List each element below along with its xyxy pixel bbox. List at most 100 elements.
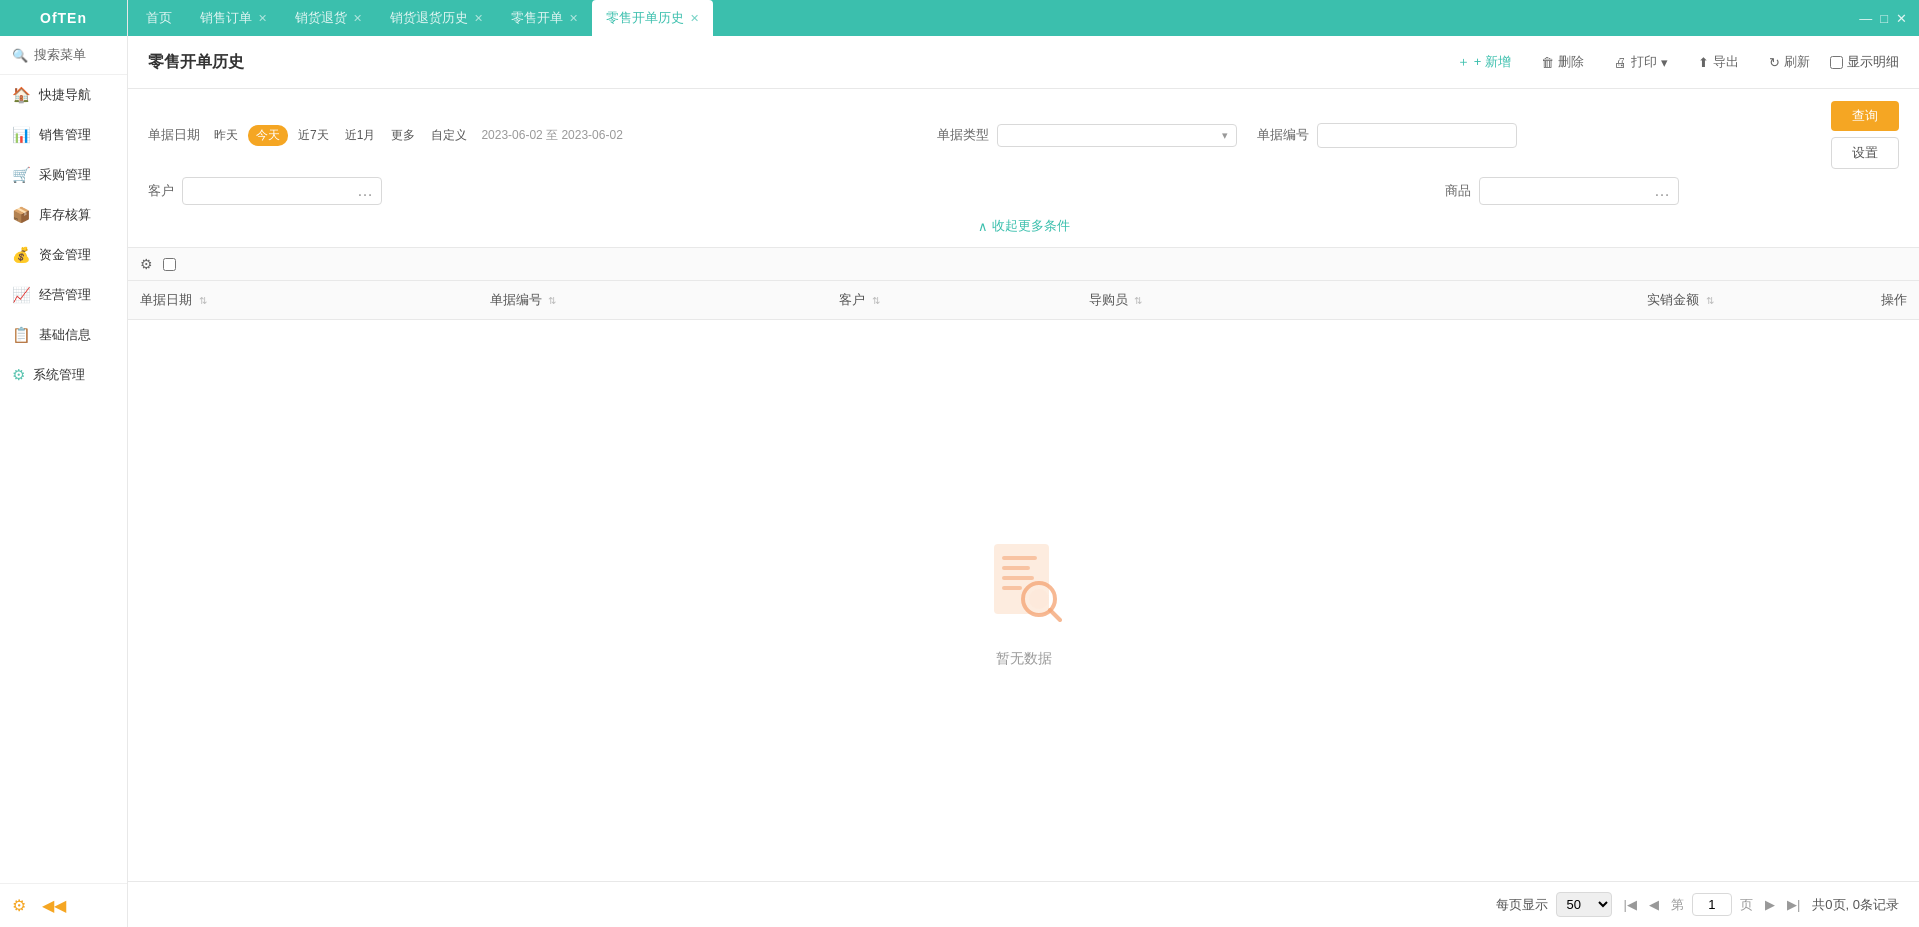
month-shortcut[interactable]: 近1月	[339, 125, 382, 146]
col-customer[interactable]: 客户 ⇅	[827, 281, 1076, 320]
prev-page-btn[interactable]: ◀	[1645, 895, 1663, 914]
more-shortcut[interactable]: 更多	[385, 125, 421, 146]
tab-bar: 首页 销售订单 ✕ 销货退货 ✕ 销货退货历史 ✕ 零售开单 ✕ 零售开单历史 …	[128, 0, 1919, 36]
tab-home[interactable]: 首页	[132, 0, 186, 36]
collapse-arrow-icon: ∧	[978, 219, 988, 234]
per-page-label: 每页显示	[1496, 896, 1548, 914]
display-detail-input[interactable]	[1830, 56, 1843, 69]
main-content: 首页 销售订单 ✕ 销货退货 ✕ 销货退货历史 ✕ 零售开单 ✕ 零售开单历史 …	[128, 0, 1919, 927]
doc-type-chevron: ▾	[1222, 129, 1228, 142]
delete-button[interactable]: 🗑 删除	[1531, 48, 1594, 76]
sidebar-search[interactable]: 🔍 搜索菜单	[0, 36, 127, 75]
settings-button[interactable]: 设置	[1831, 137, 1899, 169]
tab-retail-open-history[interactable]: 零售开单历史 ✕	[592, 0, 713, 36]
col-date[interactable]: 单据日期 ⇅	[128, 281, 478, 320]
col-number[interactable]: 单据编号 ⇅	[478, 281, 828, 320]
collapse-sidebar-icon[interactable]: ◀◀	[42, 896, 66, 915]
sidebar-item-basic-info[interactable]: 📋 基础信息	[0, 315, 127, 355]
purchase-icon: 🛒	[12, 166, 31, 184]
week-shortcut[interactable]: 近7天	[292, 125, 335, 146]
first-page-btn[interactable]: |◀	[1620, 895, 1641, 914]
goods-input[interactable]: …	[1479, 177, 1679, 205]
sidebar: OfTEn 🔍 搜索菜单 🏠 快捷导航 📊 销售管理 🛒 采购管理 📦 库存核算…	[0, 0, 128, 927]
export-button[interactable]: ⬆ 导出	[1688, 48, 1749, 76]
doc-number-input[interactable]	[1317, 123, 1517, 148]
display-detail-checkbox[interactable]: 显示明细	[1830, 53, 1899, 71]
table-toolbar: ⚙	[128, 248, 1919, 281]
tab-close-sales-return-history[interactable]: ✕	[474, 12, 483, 25]
delete-icon: 🗑	[1541, 55, 1554, 70]
sidebar-item-quick-nav[interactable]: 🏠 快捷导航	[0, 75, 127, 115]
doc-number-label: 单据编号	[1257, 126, 1309, 144]
col-salesperson[interactable]: 导购员 ⇅	[1077, 281, 1377, 320]
yesterday-shortcut[interactable]: 昨天	[208, 125, 244, 146]
tab-close-sales-return[interactable]: ✕	[353, 12, 362, 25]
last-page-btn[interactable]: ▶|	[1783, 895, 1804, 914]
sort-customer-icon: ⇅	[872, 295, 880, 306]
toolbar: ＋ + 新增 🗑 删除 🖨 打印 ▾ ⬆ 导出 ↻ 刷新 显示	[1447, 48, 1899, 76]
table-settings-icon[interactable]: ⚙	[140, 256, 153, 272]
operations-icon: 📈	[12, 286, 31, 304]
doc-type-select[interactable]: ▾	[997, 124, 1237, 147]
page-first-label: 第	[1667, 894, 1688, 916]
print-chevron: ▾	[1661, 55, 1668, 70]
sidebar-item-operations[interactable]: 📈 经营管理	[0, 275, 127, 315]
date-shortcuts: 昨天 今天 近7天 近1月 更多 自定义	[208, 125, 473, 146]
sidebar-item-sales-mgmt[interactable]: 📊 销售管理	[0, 115, 127, 155]
tab-close-sales-order[interactable]: ✕	[258, 12, 267, 25]
settings-icon[interactable]: ⚙	[12, 896, 26, 915]
tab-retail-open[interactable]: 零售开单 ✕	[497, 0, 592, 36]
filter-row-2: 客户 … 商品 …	[148, 177, 1899, 205]
sidebar-item-system-mgmt[interactable]: ⚙ 系统管理	[0, 355, 127, 395]
window-maximize-btn[interactable]: □	[1880, 11, 1888, 26]
window-minimize-btn[interactable]: —	[1859, 11, 1872, 26]
current-page-input[interactable]	[1692, 893, 1732, 916]
brand-logo: OfTEn	[0, 0, 127, 36]
tab-sales-return[interactable]: 销货退货 ✕	[281, 0, 376, 36]
query-button[interactable]: 查询	[1831, 101, 1899, 131]
filter-area: 单据日期 昨天 今天 近7天 近1月 更多 自定义 2023-06-02 至 2…	[128, 89, 1919, 248]
sales-icon: 📊	[12, 126, 31, 144]
action-buttons: 查询 设置	[1831, 101, 1899, 169]
page-label: 页	[1736, 894, 1757, 916]
per-page-select[interactable]: 50 100 200	[1556, 892, 1612, 917]
total-info: 共0页, 0条记录	[1812, 896, 1899, 914]
today-shortcut[interactable]: 今天	[248, 125, 288, 146]
tab-sales-order[interactable]: 销售订单 ✕	[186, 0, 281, 36]
custom-shortcut[interactable]: 自定义	[425, 125, 473, 146]
print-button[interactable]: 🖨 打印 ▾	[1604, 48, 1678, 76]
col-amount[interactable]: 实销金额 ⇅	[1376, 281, 1726, 320]
collapse-button[interactable]: ∧ 收起更多条件	[148, 213, 1899, 239]
next-page-btn[interactable]: ▶	[1761, 895, 1779, 914]
page-title: 零售开单历史	[148, 52, 244, 73]
doc-type-label: 单据类型	[937, 126, 989, 144]
tab-close-retail-open-history[interactable]: ✕	[690, 12, 699, 25]
select-all-checkbox[interactable]	[163, 258, 176, 271]
sidebar-item-finance[interactable]: 💰 资金管理	[0, 235, 127, 275]
svg-point-6	[1029, 589, 1049, 609]
sort-date-icon: ⇅	[199, 295, 207, 306]
search-icon: 🔍	[12, 48, 28, 63]
data-table: 单据日期 ⇅ 单据编号 ⇅ 客户 ⇅ 导购员 ⇅	[128, 281, 1919, 320]
window-close-btn[interactable]: ✕	[1896, 11, 1907, 26]
add-button[interactable]: ＋ + 新增	[1447, 48, 1521, 76]
tab-close-retail-open[interactable]: ✕	[569, 12, 578, 25]
sidebar-item-inventory[interactable]: 📦 库存核算	[0, 195, 127, 235]
customer-input[interactable]: …	[182, 177, 382, 205]
date-range-display[interactable]: 2023-06-02 至 2023-06-02	[481, 127, 622, 144]
svg-rect-4	[1002, 586, 1022, 590]
tab-bar-right: — □ ✕	[1859, 11, 1915, 26]
system-icon: ⚙	[12, 366, 25, 384]
svg-rect-3	[1002, 576, 1034, 580]
col-action: 操作	[1726, 281, 1919, 320]
filter-row-1: 单据日期 昨天 今天 近7天 近1月 更多 自定义 2023-06-02 至 2…	[148, 101, 1899, 169]
goods-dots: …	[1654, 182, 1670, 200]
customer-label: 客户	[148, 182, 174, 200]
svg-rect-1	[1002, 556, 1037, 560]
table-header-row: 单据日期 ⇅ 单据编号 ⇅ 客户 ⇅ 导购员 ⇅	[128, 281, 1919, 320]
doc-number-field: 单据编号	[1257, 123, 1517, 148]
refresh-button[interactable]: ↻ 刷新	[1759, 48, 1820, 76]
sidebar-item-purchase-mgmt[interactable]: 🛒 采购管理	[0, 155, 127, 195]
tab-sales-return-history[interactable]: 销货退货历史 ✕	[376, 0, 497, 36]
sidebar-bottom: ⚙ ◀◀	[0, 883, 127, 927]
